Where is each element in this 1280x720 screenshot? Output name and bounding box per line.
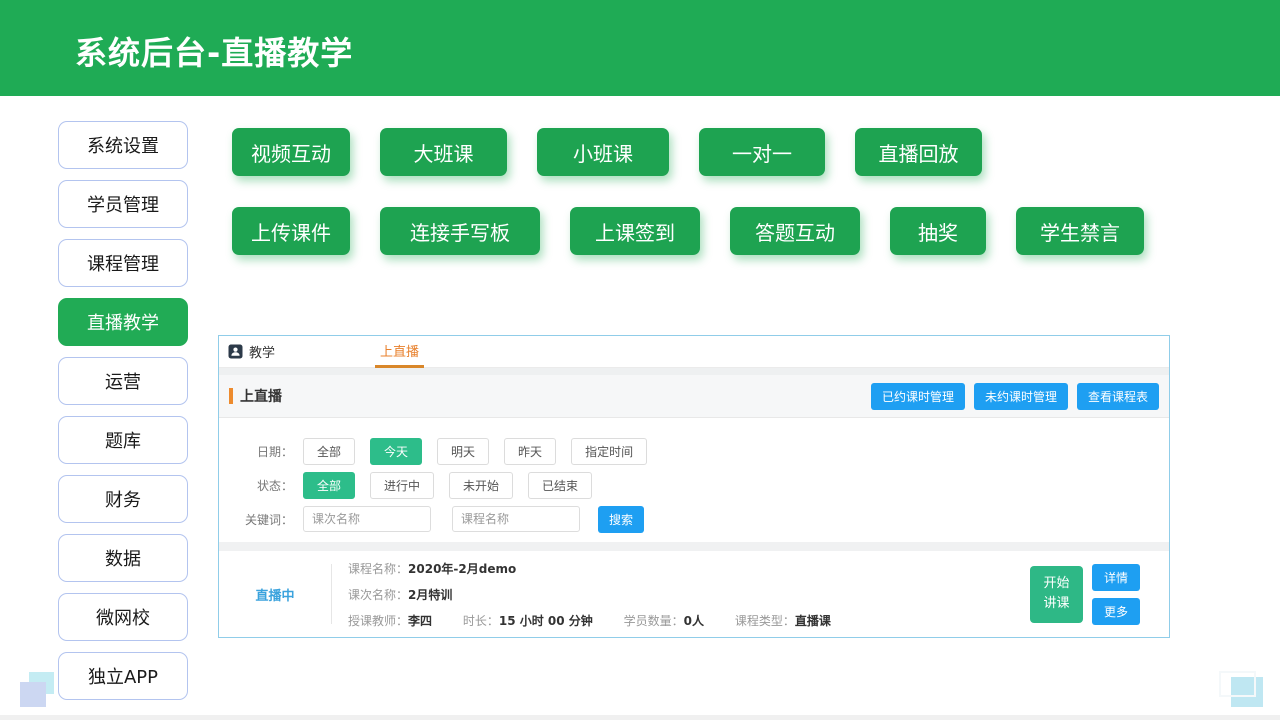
sidebar-item-data[interactable]: 数据: [58, 534, 188, 582]
feature-large-class[interactable]: 大班课: [380, 128, 507, 176]
course-type-label: 课程类型：: [735, 614, 795, 628]
start-class-line2: 讲课: [1043, 596, 1069, 611]
feature-live-replay[interactable]: 直播回放: [855, 128, 982, 176]
sidebar-item-live-teaching[interactable]: 直播教学: [58, 298, 188, 346]
bottom-edge-strip: [0, 715, 1280, 720]
student-count-value: 0人: [684, 614, 704, 628]
lesson-name-label: 课次名称：: [348, 588, 408, 602]
sidebar-item-course-management[interactable]: 课程管理: [58, 239, 188, 287]
more-button[interactable]: 更多: [1092, 598, 1140, 625]
decoration-square-outline-right: [1219, 671, 1256, 697]
filter-area: 日期： 全部 今天 明天 昨天 指定时间 状态： 全部 进行中 未开始 已结束 …: [219, 418, 1169, 542]
status-filter-row: 状态： 全部 进行中 未开始 已结束: [235, 472, 1169, 498]
sidebar-item-micro-school[interactable]: 微网校: [58, 593, 188, 641]
lesson-name-input[interactable]: [303, 506, 431, 532]
page-header: 系统后台-直播教学: [0, 0, 1280, 96]
feature-small-class[interactable]: 小班课: [537, 128, 669, 176]
tab-go-live[interactable]: 上直播: [375, 336, 424, 368]
course-name-input[interactable]: [452, 506, 580, 532]
date-filter-custom-time[interactable]: 指定时间: [571, 438, 647, 465]
view-schedule-button[interactable]: 查看课程表: [1077, 383, 1159, 410]
keyword-filter-row: 关键词： 搜索: [235, 506, 1169, 532]
feature-class-checkin[interactable]: 上课签到: [570, 207, 700, 255]
meta-line: 授课教师：李四 时长：15 小时 00 分钟 学员数量：0人 课程类型：直播课: [348, 612, 858, 629]
live-course-row: 直播中 课程名称：2020年-2月demo 课次名称：2月特训 授课教师：李四 …: [219, 551, 1169, 637]
panel-divider-band: [219, 542, 1169, 551]
unbooked-hours-button[interactable]: 未约课时管理: [974, 383, 1068, 410]
feature-one-on-one[interactable]: 一对一: [699, 128, 825, 176]
sidebar-item-finance[interactable]: 财务: [58, 475, 188, 523]
keyword-filter-label: 关键词：: [235, 511, 293, 528]
sidebar-item-student-management[interactable]: 学员管理: [58, 180, 188, 228]
sidebar-item-operations[interactable]: 运营: [58, 357, 188, 405]
status-filter-ended[interactable]: 已结束: [528, 472, 592, 499]
section-title: 上直播: [240, 386, 282, 406]
section-title-wrap: 上直播: [229, 386, 282, 406]
date-filter-label: 日期：: [235, 443, 293, 460]
course-name-value: 2020年-2月demo: [408, 562, 516, 576]
course-type-value: 直播课: [795, 614, 831, 628]
duration-value: 15 小时 00 分钟: [499, 614, 593, 628]
teacher-label: 授课教师：: [348, 614, 408, 628]
detail-button[interactable]: 详情: [1092, 564, 1140, 591]
status-filter-not-started[interactable]: 未开始: [449, 472, 513, 499]
feature-student-mute[interactable]: 学生禁言: [1016, 207, 1144, 255]
live-status-badge: 直播中: [219, 585, 331, 604]
feature-video-interaction[interactable]: 视频互动: [232, 128, 350, 176]
module-header: 教学: [228, 342, 275, 361]
teaching-module-icon: [228, 344, 243, 359]
feature-upload-courseware[interactable]: 上传课件: [232, 207, 350, 255]
sidebar-item-question-bank[interactable]: 题库: [58, 416, 188, 464]
section-accent-bar: [229, 388, 233, 404]
feature-lottery[interactable]: 抽奖: [890, 207, 986, 255]
date-filter-today[interactable]: 今天: [370, 438, 422, 465]
feature-row-2: 上传课件 连接手写板 上课签到 答题互动 抽奖 学生禁言: [232, 207, 1144, 255]
sidebar-item-system-settings[interactable]: 系统设置: [58, 121, 188, 169]
live-admin-panel: 教学 上直播 上直播 已约课时管理 未约课时管理 查看课程表 日期： 全部 今天…: [218, 335, 1170, 638]
lesson-name-value: 2月特训: [408, 588, 452, 602]
decoration-square-lavender-left: [20, 682, 46, 707]
course-name-line: 课程名称：2020年-2月demo: [348, 560, 858, 577]
status-filter-all[interactable]: 全部: [303, 472, 355, 499]
panel-actions: 已约课时管理 未约课时管理 查看课程表: [871, 383, 1159, 410]
course-type-pair: 课程类型：直播课: [735, 614, 831, 628]
status-filter-ongoing[interactable]: 进行中: [370, 472, 434, 499]
student-count-label: 学员数量：: [624, 614, 684, 628]
duration-pair: 时长：15 小时 00 分钟: [463, 614, 593, 628]
section-row: 上直播 已约课时管理 未约课时管理 查看课程表: [219, 375, 1169, 418]
sidebar-item-standalone-app[interactable]: 独立APP: [58, 652, 188, 700]
panel-tabbar: 教学 上直播: [219, 336, 1169, 368]
course-name-label: 课程名称：: [348, 562, 408, 576]
page-title: 系统后台-直播教学: [75, 28, 353, 74]
duration-label: 时长：: [463, 614, 499, 628]
lesson-name-line: 课次名称：2月特训: [348, 586, 858, 603]
booked-hours-button[interactable]: 已约课时管理: [871, 383, 965, 410]
student-count-pair: 学员数量：0人: [624, 614, 704, 628]
panel-gap: [219, 368, 1169, 375]
module-label: 教学: [249, 342, 275, 361]
date-filter-row: 日期： 全部 今天 明天 昨天 指定时间: [235, 438, 1169, 464]
date-filter-yesterday[interactable]: 昨天: [504, 438, 556, 465]
feature-row-1: 视频互动 大班课 小班课 一对一 直播回放: [232, 128, 982, 176]
start-class-line1: 开始: [1043, 576, 1069, 591]
row-actions-stack: 详情 更多: [1092, 564, 1140, 625]
start-class-button[interactable]: 开始讲课: [1030, 566, 1083, 623]
date-filter-tomorrow[interactable]: 明天: [437, 438, 489, 465]
teacher-value: 李四: [408, 614, 432, 628]
date-filter-all[interactable]: 全部: [303, 438, 355, 465]
sidebar: 系统设置 学员管理 课程管理 直播教学 运营 题库 财务 数据 微网校 独立AP…: [58, 121, 188, 711]
teacher-pair: 授课教师：李四: [348, 614, 432, 628]
row-actions: 开始讲课 详情 更多: [1030, 564, 1169, 625]
status-filter-label: 状态：: [235, 477, 293, 494]
feature-connect-writing-tablet[interactable]: 连接手写板: [380, 207, 540, 255]
search-button[interactable]: 搜索: [598, 506, 644, 533]
feature-quiz-interaction[interactable]: 答题互动: [730, 207, 860, 255]
row-details: 课程名称：2020年-2月demo 课次名称：2月特训 授课教师：李四 时长：1…: [332, 560, 858, 629]
